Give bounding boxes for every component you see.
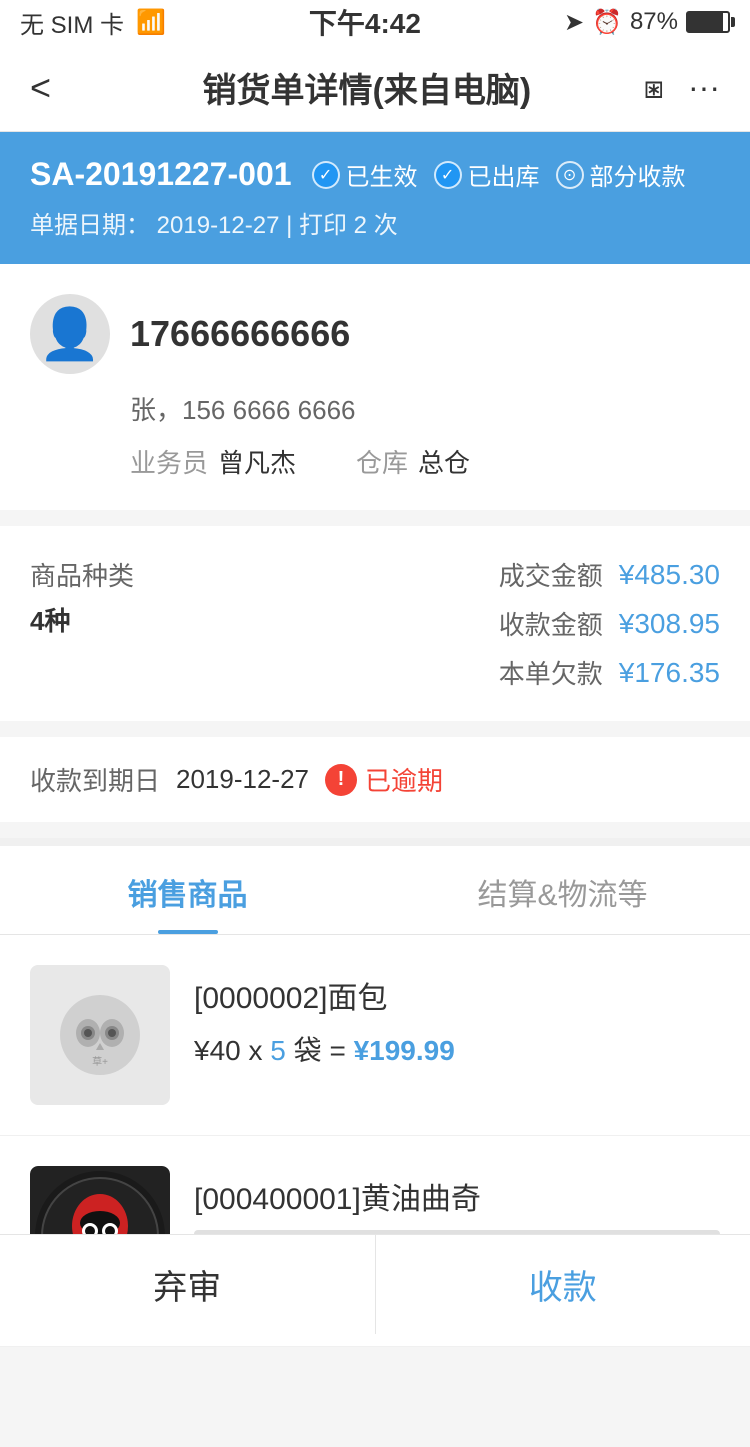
product-name-1: [0000002]面包 <box>194 973 720 1017</box>
avatar-icon: 👤 <box>39 305 101 364</box>
overdue-text: 已逾期 <box>365 761 443 798</box>
order-header: SA-20191227-001 ✓ 已生效 ✓ 已出库 ⊙ 部分收款 单据日期：… <box>0 132 750 264</box>
customer-section: 👤 17666666666 张，156 6666 6666 业务员 曾凡杰 仓库… <box>0 264 750 510</box>
carrier-text: 无 SIM 卡 <box>20 5 124 40</box>
debt-value: ¥176.35 <box>619 657 720 689</box>
debt-label: 本单欠款 <box>499 654 603 691</box>
cancel-review-button[interactable]: 弃审 <box>0 1235 376 1334</box>
section-divider <box>0 838 750 846</box>
warehouse-label: 仓库 <box>356 443 408 480</box>
received-label: 收款金额 <box>499 605 603 642</box>
amounts-section: 商品种类 4种 成交金额 ¥485.30 收款金额 ¥308.95 本单欠款 ¥… <box>0 526 750 721</box>
status-right: ➤ ⏰ 87% <box>564 8 730 37</box>
status-left: 无 SIM 卡 📶 <box>20 5 166 40</box>
battery-percent: 87% <box>630 8 678 36</box>
category-label: 商品种类 <box>30 556 134 593</box>
owl-icon: 草+ <box>50 985 150 1085</box>
order-date-row: 单据日期： 2019-12-27 | 打印 2 次 <box>30 205 720 240</box>
tab-settlement[interactable]: 结算&物流等 <box>375 846 750 934</box>
product-placeholder-1: 草+ <box>30 965 170 1105</box>
page-title: 销货单详情(来自电脑) <box>203 63 532 112</box>
check-icon-2: ✓ <box>434 161 462 189</box>
status-bar: 无 SIM 卡 📶 下午4:42 ➤ ⏰ 87% <box>0 0 750 44</box>
due-section: 收款到期日 2019-12-27 ! 已逾期 <box>0 737 750 822</box>
amounts-right: 成交金额 ¥485.30 收款金额 ¥308.95 本单欠款 ¥176.35 <box>499 556 720 691</box>
svg-text:草+: 草+ <box>92 1056 108 1068</box>
deal-amount-row: 成交金额 ¥485.30 <box>499 556 720 593</box>
deal-value: ¥485.30 <box>619 559 720 591</box>
customer-meta: 业务员 曾凡杰 仓库 总仓 <box>30 443 720 480</box>
alarm-icon: ⏰ <box>592 8 622 37</box>
product-item: 草+ [0000002]面包 ¥40 x 5 袋 = ¥199.99 <box>0 935 750 1136</box>
amounts-left: 商品种类 4种 <box>30 556 134 638</box>
location-icon: ➤ <box>564 8 584 37</box>
more-button[interactable]: ··· <box>688 69 720 106</box>
tab-sales-products[interactable]: 销售商品 <box>0 846 375 934</box>
overdue-icon: ! <box>325 764 357 796</box>
salesman-item: 业务员 曾凡杰 <box>130 443 296 480</box>
product-total-1: ¥199.99 <box>354 1035 455 1066</box>
debt-amount-row: 本单欠款 ¥176.35 <box>499 654 720 691</box>
order-id: SA-20191227-001 <box>30 156 292 193</box>
salesman-value: 曾凡杰 <box>218 443 296 480</box>
avatar: 👤 <box>30 294 110 374</box>
category-value: 4种 <box>30 601 134 638</box>
bottom-action-bar: 弃审 收款 <box>0 1234 750 1334</box>
badge-partial: ⊙ 部分收款 <box>556 157 686 192</box>
received-amount-row: 收款金额 ¥308.95 <box>499 605 720 642</box>
deal-label: 成交金额 <box>499 556 603 593</box>
customer-sub: 张，156 6666 6666 <box>30 390 720 427</box>
product-name-2: [000400001]黄油曲奇 <box>194 1174 720 1218</box>
share-button[interactable]: ⧆ <box>644 69 664 107</box>
nav-actions: ⧆ ··· <box>644 69 720 107</box>
warehouse-value: 总仓 <box>418 443 470 480</box>
product-image-1: 草+ <box>30 965 170 1105</box>
status-time: 下午4:42 <box>309 2 421 42</box>
product-price-1: ¥40 x 5 袋 = ¥199.99 <box>194 1029 720 1069</box>
product-info-1: [0000002]面包 ¥40 x 5 袋 = ¥199.99 <box>194 965 720 1069</box>
clock-icon: ⊙ <box>556 161 584 189</box>
received-value: ¥308.95 <box>619 608 720 640</box>
nav-bar: < 销货单详情(来自电脑) ⧆ ··· <box>0 44 750 132</box>
due-date-value: 2019-12-27 <box>176 764 309 795</box>
collect-payment-button[interactable]: 收款 <box>376 1235 750 1334</box>
overdue-badge: ! 已逾期 <box>325 761 443 798</box>
status-badges: ✓ 已生效 ✓ 已出库 ⊙ 部分收款 <box>312 157 686 192</box>
wifi-icon: 📶 <box>136 8 166 37</box>
check-icon-1: ✓ <box>312 161 340 189</box>
product-qty-1: 5 <box>270 1035 286 1066</box>
badge-effective: ✓ 已生效 <box>312 157 418 192</box>
battery-icon <box>686 11 730 33</box>
salesman-label: 业务员 <box>130 443 208 480</box>
badge-shipped: ✓ 已出库 <box>434 157 540 192</box>
back-button[interactable]: < <box>30 67 90 109</box>
tabs: 销售商品 结算&物流等 <box>0 846 750 935</box>
warehouse-item: 仓库 总仓 <box>356 443 470 480</box>
due-label: 收款到期日 <box>30 761 160 798</box>
customer-name: 17666666666 <box>130 313 350 355</box>
